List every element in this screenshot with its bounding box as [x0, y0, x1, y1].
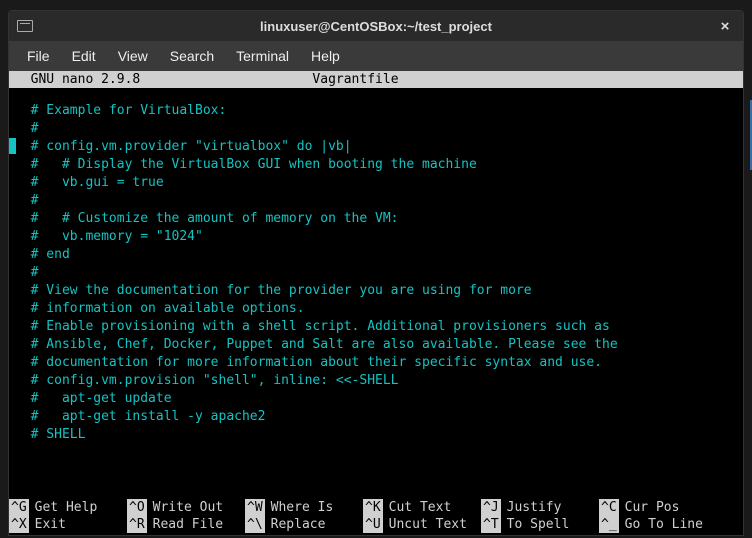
- shortcut-replace: ^\ Replace: [245, 516, 363, 533]
- window-title: linuxuser@CentOSBox:~/test_project: [9, 19, 743, 34]
- code-line: #: [15, 120, 737, 138]
- shortcut-key: ^C: [599, 499, 619, 516]
- terminal-window: linuxuser@CentOSBox:~/test_project × Fil…: [8, 10, 744, 536]
- code-line: # Enable provisioning with a shell scrip…: [15, 318, 737, 336]
- code-line: # SHELL: [15, 426, 737, 444]
- code-line: #: [15, 192, 737, 210]
- shortcut-label: Go To Line: [625, 516, 703, 533]
- code-line: # documentation for more information abo…: [15, 354, 737, 372]
- cursor-icon: [9, 138, 16, 154]
- shortcut-writeout: ^O Write Out: [127, 499, 245, 516]
- shortcut-key: ^U: [363, 516, 383, 533]
- menu-edit[interactable]: Edit: [62, 44, 106, 68]
- shortcut-label: Justify: [507, 499, 562, 516]
- shortcut-label: Exit: [35, 516, 66, 533]
- shortcut-row: ^X Exit ^R Read File ^\ Replace ^U Uncut Tex…: [9, 516, 743, 533]
- code-line: # # Customize the amount of memory on th…: [15, 210, 737, 228]
- shortcut-key: ^G: [9, 499, 29, 516]
- shortcut-readfile: ^R Read File: [127, 516, 245, 533]
- shortcut-cuttext: ^K Cut Text: [363, 499, 481, 516]
- code-line: # # Display the VirtualBox GUI when boot…: [15, 156, 737, 174]
- code-line: # apt-get install -y apache2: [15, 408, 737, 426]
- nano-header-spacer: [140, 72, 312, 87]
- nano-filename: Vagrantfile: [312, 72, 398, 87]
- shortcut-key: ^T: [481, 516, 501, 533]
- shortcut-justify: ^J Justify: [481, 499, 599, 516]
- code-line: # Example for VirtualBox:: [15, 102, 737, 120]
- shortcut-key: ^W: [245, 499, 265, 516]
- shortcut-label: Write Out: [153, 499, 223, 516]
- shortcut-whereis: ^W Where Is: [245, 499, 363, 516]
- shortcut-row: ^G Get Help ^O Write Out ^W Where Is ^K Cut …: [9, 499, 743, 516]
- shortcut-tospell: ^T To Spell: [481, 516, 599, 533]
- shortcut-uncut: ^U Uncut Text: [363, 516, 481, 533]
- code-line: # Ansible, Chef, Docker, Puppet and Salt…: [15, 336, 737, 354]
- shortcut-label: Where Is: [271, 499, 334, 516]
- shortcut-label: Replace: [271, 516, 326, 533]
- code-line: # apt-get update: [15, 390, 737, 408]
- shortcut-key: ^J: [481, 499, 501, 516]
- editor-body[interactable]: # Example for VirtualBox: # # config.vm.…: [9, 88, 743, 499]
- nano-shortcuts: ^G Get Help ^O Write Out ^W Where Is ^K Cut …: [9, 499, 743, 535]
- menu-help[interactable]: Help: [301, 44, 350, 68]
- nano-editor[interactable]: GNU nano 2.9.8 Vagrantfile # Example for…: [9, 71, 743, 535]
- code-line: # config.vm.provider "virtualbox" do |vb…: [15, 138, 737, 156]
- code-line: # end: [15, 246, 737, 264]
- code-line: # vb.memory = "1024": [15, 228, 737, 246]
- shortcut-label: Uncut Text: [389, 516, 467, 533]
- code-line: # vb.gui = true: [15, 174, 737, 192]
- titlebar[interactable]: linuxuser@CentOSBox:~/test_project ×: [9, 11, 743, 41]
- shortcut-curpos: ^C Cur Pos: [599, 499, 717, 516]
- shortcut-label: To Spell: [507, 516, 570, 533]
- shortcut-gotoline: ^_ Go To Line: [599, 516, 717, 533]
- shortcut-help: ^G Get Help: [9, 499, 127, 516]
- code-line: # View the documentation for the provide…: [15, 282, 737, 300]
- shortcut-key: ^R: [127, 516, 147, 533]
- nano-header: GNU nano 2.9.8 Vagrantfile: [9, 71, 743, 88]
- shortcut-label: Cur Pos: [625, 499, 680, 516]
- code-line: # config.vm.provision "shell", inline: <…: [15, 372, 737, 390]
- code-line: #: [15, 264, 737, 282]
- shortcut-key: ^_: [599, 516, 619, 533]
- shortcut-key: ^X: [9, 516, 29, 533]
- shortcut-label: Get Help: [35, 499, 98, 516]
- close-icon[interactable]: ×: [715, 16, 735, 36]
- shortcut-key: ^K: [363, 499, 383, 516]
- code-line: # information on available options.: [15, 300, 737, 318]
- nano-version: GNU nano 2.9.8: [15, 72, 140, 87]
- shortcut-label: Cut Text: [389, 499, 452, 516]
- shortcut-key: ^O: [127, 499, 147, 516]
- shortcut-key: ^\: [245, 516, 265, 533]
- menu-file[interactable]: File: [17, 44, 60, 68]
- menu-terminal[interactable]: Terminal: [226, 44, 299, 68]
- menubar: File Edit View Search Terminal Help: [9, 41, 743, 71]
- menu-view[interactable]: View: [108, 44, 158, 68]
- shortcut-exit: ^X Exit: [9, 516, 127, 533]
- shortcut-label: Read File: [153, 516, 223, 533]
- menu-search[interactable]: Search: [160, 44, 224, 68]
